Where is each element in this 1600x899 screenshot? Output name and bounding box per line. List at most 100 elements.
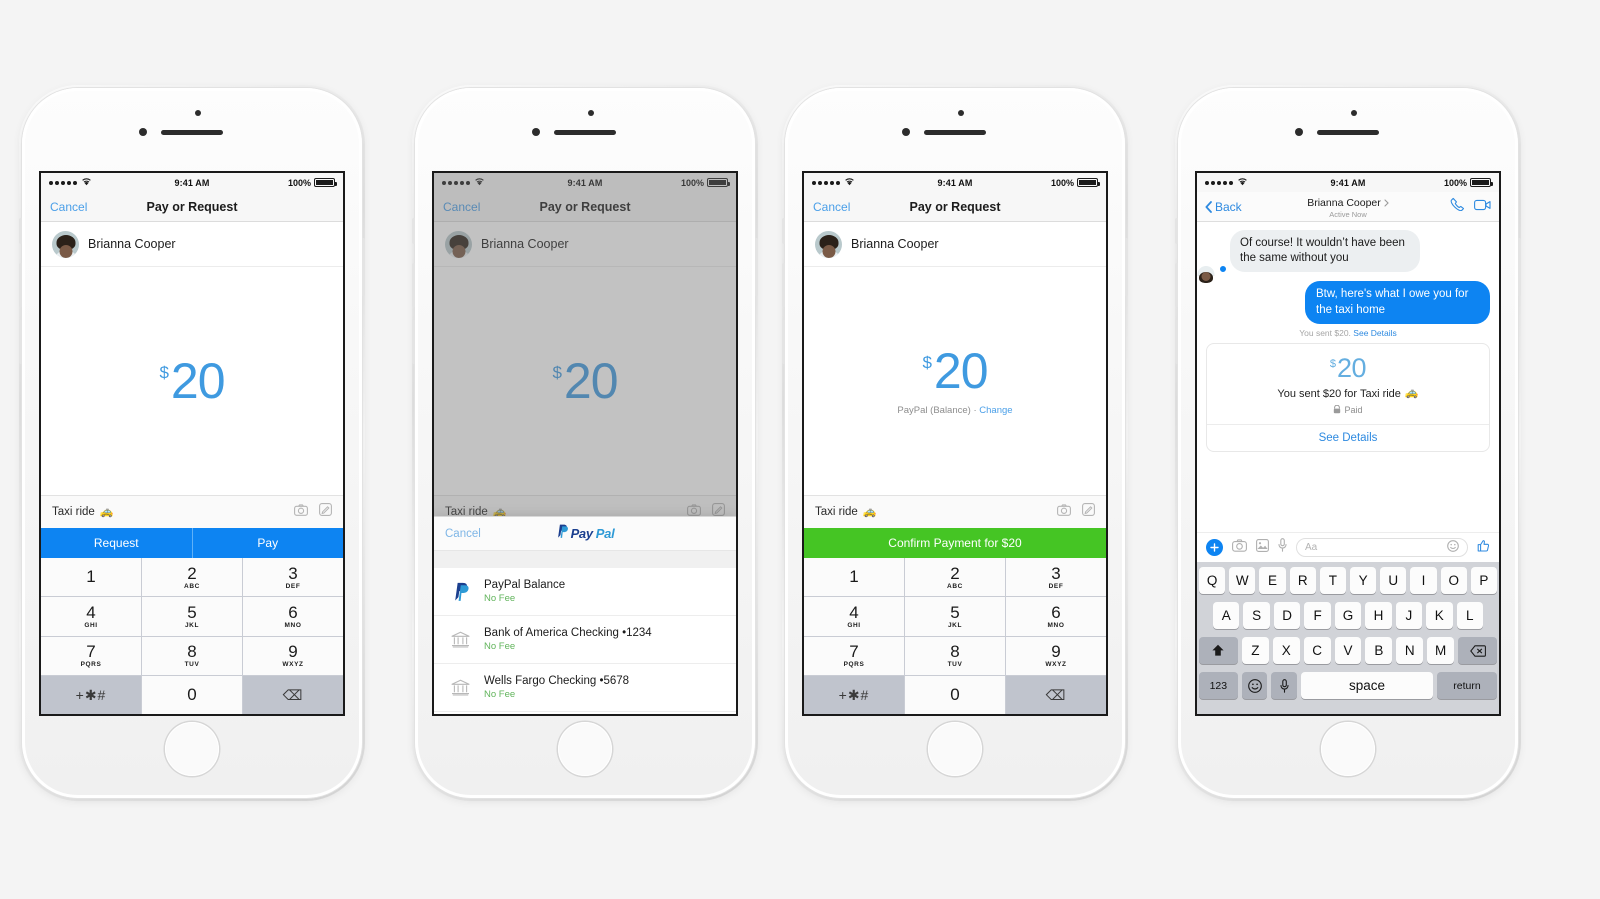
key-u[interactable]: U [1380,567,1407,594]
pay-button[interactable]: Pay [191,528,344,558]
keypad-key-backspace[interactable]: ⌫ [243,675,343,714]
shift-key[interactable] [1198,637,1238,664]
keypad-key-4[interactable]: 4GHI [804,597,904,636]
key-s[interactable]: S [1243,602,1270,629]
key-a[interactable]: A [1213,602,1240,629]
funding-source-item[interactable]: PayPal Balance No Fee [434,568,736,616]
keypad-key-9[interactable]: 9WXYZ [243,636,343,675]
payment-card-see-details-button[interactable]: See Details [1207,423,1489,451]
key-m[interactable]: M [1427,637,1455,664]
keypad-key-5[interactable]: 5JKL [905,597,1005,636]
note-row[interactable]: Taxi ride 🚕 [41,495,343,528]
more-actions-plus-icon[interactable] [1206,539,1223,556]
receipt-see-details-link[interactable]: See Details [1353,328,1396,338]
phone-call-icon[interactable] [1450,197,1465,216]
microphone-icon[interactable] [1278,538,1287,557]
camera-icon[interactable] [1057,503,1071,521]
mute-switch[interactable] [412,218,415,244]
home-button[interactable] [928,722,982,776]
mute-switch[interactable] [1175,218,1178,244]
home-button[interactable] [1321,722,1375,776]
key-q[interactable]: Q [1198,567,1226,594]
keypad-key-2[interactable]: 2ABC [142,558,242,597]
key-x[interactable]: X [1272,637,1300,664]
key-v[interactable]: V [1334,637,1362,664]
keypad-key-5[interactable]: 5JKL [142,597,242,636]
request-button[interactable]: Request [41,528,192,558]
video-call-icon[interactable] [1474,198,1491,216]
keypad-key-6[interactable]: 6MNO [1006,597,1106,636]
key-p[interactable]: P [1470,567,1498,594]
mute-switch[interactable] [782,218,785,244]
recipient-row[interactable]: Brianna Cooper [41,222,343,267]
volume-down-button[interactable] [1175,320,1178,364]
key-n[interactable]: N [1396,637,1424,664]
funding-source-item[interactable]: Bank of America Checking •1234 No Fee [434,616,736,664]
volume-down-button[interactable] [782,320,785,364]
key-t[interactable]: T [1319,567,1346,594]
keypad-key-2[interactable]: 2ABC [905,558,1005,597]
volume-down-button[interactable] [19,320,22,364]
keypad-key-7[interactable]: 7PQRS [41,636,141,675]
volume-up-button[interactable] [412,263,415,307]
key-c[interactable]: C [1303,637,1331,664]
message-input[interactable]: Aa [1296,538,1468,557]
power-button[interactable] [1125,238,1128,296]
key-f[interactable]: F [1304,602,1331,629]
keypad-key-3[interactable]: 3DEF [1006,558,1106,597]
home-button[interactable] [165,722,219,776]
key-b[interactable]: B [1365,637,1393,664]
volume-up-button[interactable] [1175,263,1178,307]
emoji-key[interactable] [1241,672,1268,699]
emoji-icon[interactable] [1447,539,1459,557]
recipient-row[interactable]: Brianna Cooper [804,222,1106,267]
note-row[interactable]: Taxi ride 🚕 [804,495,1106,528]
home-button[interactable] [558,722,612,776]
keypad-key-1[interactable]: 1 [804,558,904,597]
space-key[interactable]: space [1301,672,1433,699]
keypad-key-1[interactable]: 1 [41,558,141,597]
key-i[interactable]: I [1410,567,1437,594]
photo-gallery-icon[interactable] [1256,538,1269,557]
thumbs-up-icon[interactable] [1477,539,1490,557]
key-k[interactable]: K [1426,602,1453,629]
key-l[interactable]: L [1456,602,1483,629]
power-button[interactable] [755,238,758,296]
key-z[interactable]: Z [1241,637,1269,664]
sticker-edit-icon[interactable] [1082,503,1095,521]
key-e[interactable]: E [1259,567,1286,594]
keypad-key-7[interactable]: 7PQRS [804,636,904,675]
keypad-key-symbols[interactable]: +✱# [41,675,141,714]
keypad-key-8[interactable]: 8TUV [905,636,1005,675]
power-button[interactable] [362,238,365,296]
dictation-key[interactable] [1271,672,1298,699]
keypad-key-9[interactable]: 9WXYZ [1006,636,1106,675]
keypad-key-4[interactable]: 4GHI [41,597,141,636]
key-g[interactable]: G [1334,602,1362,629]
numbers-key[interactable]: 123 [1199,672,1238,699]
backspace-key[interactable] [1458,637,1498,664]
power-button[interactable] [1518,238,1521,296]
key-r[interactable]: R [1289,567,1316,594]
key-o[interactable]: O [1440,567,1467,594]
keypad-key-0[interactable]: 0 [905,675,1005,714]
keypad-key-6[interactable]: 6MNO [243,597,343,636]
return-key[interactable]: return [1436,672,1498,699]
camera-icon[interactable] [294,503,308,521]
volume-down-button[interactable] [412,320,415,364]
camera-icon[interactable] [1232,538,1247,557]
change-funding-link[interactable]: Change [979,405,1012,416]
keypad-key-8[interactable]: 8TUV [142,636,242,675]
keypad-key-0[interactable]: 0 [142,675,242,714]
confirm-payment-button[interactable]: Confirm Payment for $20 [804,528,1106,558]
mute-switch[interactable] [19,218,22,244]
key-h[interactable]: H [1365,602,1392,629]
keypad-key-backspace[interactable]: ⌫ [1006,675,1106,714]
funding-source-item[interactable]: Wells Fargo Checking •5678 No Fee [434,664,736,712]
keypad-key-3[interactable]: 3DEF [243,558,343,597]
volume-up-button[interactable] [19,263,22,307]
key-j[interactable]: J [1395,602,1423,629]
key-w[interactable]: W [1229,567,1256,594]
sticker-edit-icon[interactable] [319,503,332,521]
keypad-key-symbols[interactable]: +✱# [804,675,904,714]
